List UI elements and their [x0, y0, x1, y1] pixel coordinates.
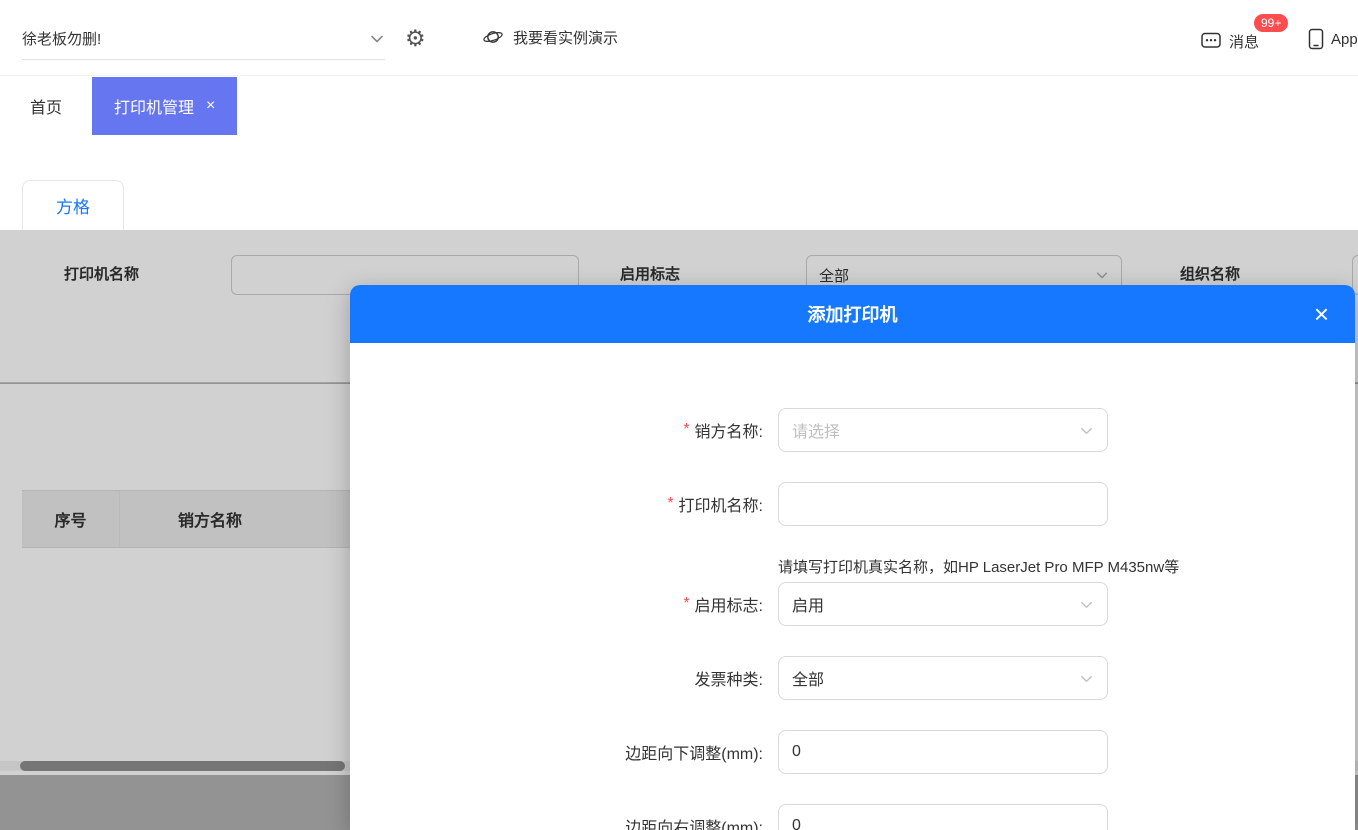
chevron-down-icon — [1081, 675, 1092, 682]
enable-flag-modal-value: 启用 — [792, 598, 825, 615]
tab-printer-management[interactable]: 打印机管理 × — [92, 77, 238, 135]
account-select-value: 徐老板勿删! — [22, 31, 102, 48]
sub-tab-bar: 方格 — [0, 135, 1358, 230]
app-button[interactable]: App — [1306, 28, 1358, 50]
form-row-enable-flag: * 启用标志: 请填写打印机真实名称，如HP LaserJet Pro MFP … — [350, 556, 1355, 626]
form-row-printer-name: * 打印机名称: — [350, 482, 1355, 526]
margin-down-label: 边距向下调整(mm): — [625, 746, 763, 763]
demo-link-label: 我要看实例演示 — [513, 29, 619, 47]
seller-name-select[interactable]: 请选择 — [778, 408, 1108, 452]
form-row-margin-right: 边距向右调整(mm): — [350, 804, 1355, 830]
chevron-down-icon — [371, 35, 383, 42]
messages-button[interactable]: 消息 99+ — [1200, 14, 1289, 52]
tab-home[interactable]: 首页 — [0, 77, 92, 135]
topbar: 徐老板勿删! ⚙ 我要看实例演示 消息 99+ App — [0, 0, 1358, 76]
add-printer-modal: 添加打印机 × * 销方名称: 请选择 * 打印机名称: * 启用标志: 请填写… — [350, 285, 1355, 830]
form-row-invoice-type: 发票种类: 全部 — [350, 656, 1355, 700]
app-phone-icon — [1308, 28, 1324, 50]
message-icon — [1201, 32, 1221, 48]
form-row-seller-name: * 销方名称: 请选择 — [350, 408, 1355, 452]
seller-name-placeholder: 请选择 — [792, 424, 841, 441]
close-icon[interactable]: × — [1314, 301, 1329, 327]
chevron-down-icon — [1081, 427, 1092, 434]
seller-name-label: * 销方名称: — [683, 421, 763, 441]
required-mark: * — [683, 421, 690, 438]
margin-right-label: 边距向右调整(mm): — [625, 820, 763, 830]
invoice-type-select[interactable]: 全部 — [778, 656, 1108, 700]
margin-down-input[interactable] — [778, 730, 1108, 774]
demo-link[interactable]: 我要看实例演示 — [482, 26, 618, 48]
margin-right-input[interactable] — [778, 804, 1108, 830]
required-mark: * — [667, 495, 674, 512]
form-row-margin-down: 边距向下调整(mm): — [350, 730, 1355, 774]
printer-name-modal-label: * 打印机名称: — [667, 495, 763, 515]
required-mark: * — [683, 595, 690, 612]
demo-planet-icon — [483, 31, 503, 43]
modal-header: 添加打印机 × — [350, 285, 1355, 343]
tab-printer-management-label: 打印机管理 — [114, 100, 195, 117]
invoice-type-value: 全部 — [792, 672, 825, 689]
enable-flag-modal-select[interactable]: 启用 — [778, 582, 1108, 626]
screen: 徐老板勿删! ⚙ 我要看实例演示 消息 99+ App 首页 打印机管理 × 方… — [0, 0, 1358, 830]
chevron-down-icon — [1081, 601, 1092, 608]
main-tab-bar: 首页 打印机管理 × — [0, 77, 1358, 135]
messages-label: 消息 — [1229, 33, 1260, 51]
printer-name-modal-input[interactable] — [778, 482, 1108, 526]
invoice-type-label: 发票种类: — [694, 672, 763, 689]
gear-icon[interactable]: ⚙ — [405, 26, 426, 50]
modal-body: * 销方名称: 请选择 * 打印机名称: * 启用标志: 请填写打印机真实名称，… — [350, 343, 1355, 830]
account-select[interactable]: 徐老板勿删! — [22, 18, 385, 60]
printer-name-helper-text: 请填写打印机真实名称，如HP LaserJet Pro MFP M435nw等 — [778, 559, 1180, 576]
messages-badge: 99+ — [1254, 14, 1289, 32]
modal-title: 添加打印机 — [807, 305, 898, 325]
tab-grid-view[interactable]: 方格 — [22, 180, 124, 230]
app-label: App — [1331, 30, 1358, 48]
tab-close-icon[interactable]: × — [206, 98, 215, 114]
enable-flag-modal-label: * 启用标志: — [683, 595, 763, 615]
